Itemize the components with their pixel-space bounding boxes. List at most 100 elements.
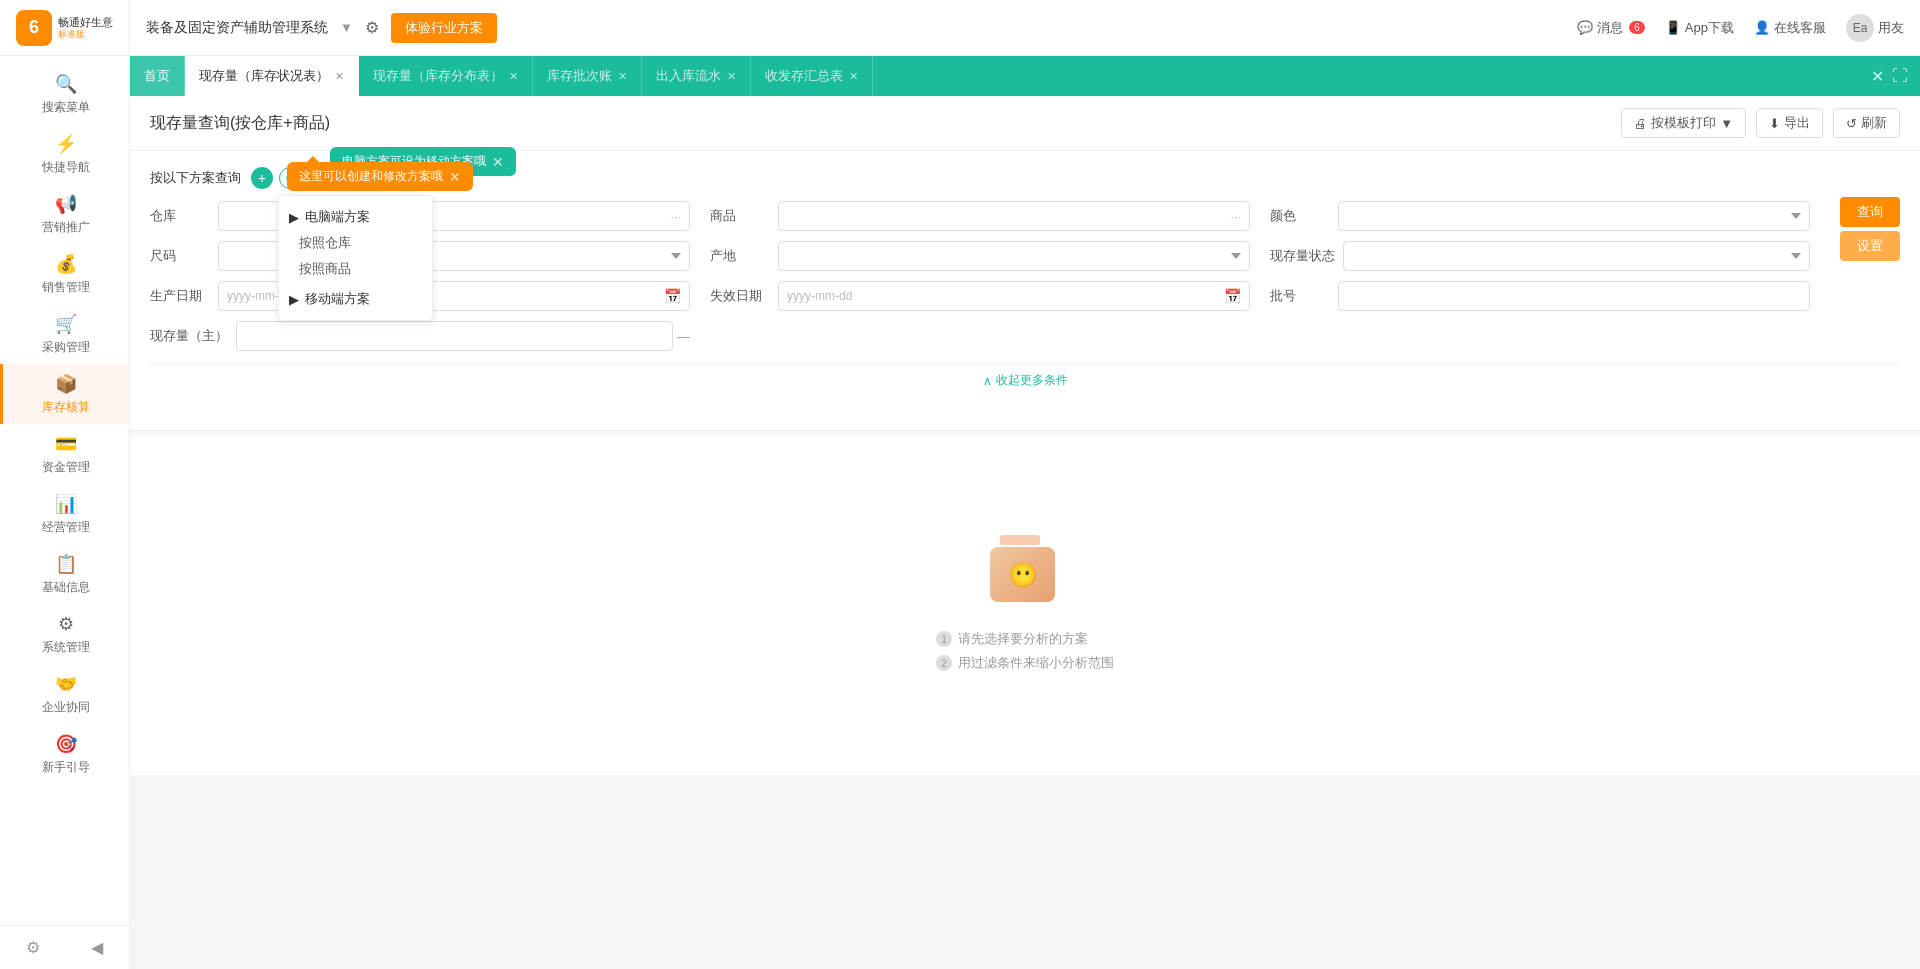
sidebar-item-enterprise[interactable]: 🤝 企业协同 bbox=[0, 664, 129, 724]
origin-label: 产地 bbox=[710, 247, 770, 265]
search-btn-group: 查询 设置 bbox=[1840, 197, 1900, 261]
sidebar-item-search[interactable]: 🔍 搜索菜单 bbox=[0, 64, 129, 124]
logo-text: 畅通好生意 标准版 bbox=[58, 15, 113, 41]
scheme-item-warehouse[interactable]: 按照仓库 bbox=[279, 230, 432, 256]
stock-status-select[interactable] bbox=[1343, 241, 1810, 271]
sidebar-item-shortcut[interactable]: ⚡ 快捷导航 bbox=[0, 124, 129, 184]
guide-icon: 🎯 bbox=[55, 733, 77, 755]
sidebar-item-system[interactable]: ⚙ 系统管理 bbox=[0, 604, 129, 664]
basic-icon: 📋 bbox=[55, 553, 77, 575]
tooltip-pc-close-btn[interactable]: ✕ bbox=[492, 154, 504, 170]
exp-date-calendar-icon[interactable]: 📅 bbox=[1224, 288, 1241, 304]
batch-label: 批号 bbox=[1270, 287, 1330, 305]
tab-home-label: 首页 bbox=[144, 67, 170, 85]
color-select[interactable] bbox=[1338, 201, 1810, 231]
tab-inventory-dist-close[interactable]: ✕ bbox=[509, 70, 518, 83]
export-btn[interactable]: ⬇ 导出 bbox=[1756, 108, 1823, 138]
topbar-right: 💬 消息 6 📱 App下载 👤 在线客服 Ea 用友 bbox=[1577, 14, 1904, 42]
scheme-item-goods[interactable]: 按照商品 bbox=[279, 256, 432, 282]
tabbar: 首页 现存量（库存状况表） ✕ 现存量（库存分布表） ✕ 库存批次账 ✕ 出入库… bbox=[130, 56, 1920, 96]
topbar-gear-btn[interactable]: ⚙ bbox=[365, 18, 379, 37]
print-icon: 🖨 bbox=[1634, 116, 1647, 131]
prod-date-label: 生产日期 bbox=[150, 287, 210, 305]
scheme-mobile-category[interactable]: ▶ 移动端方案 bbox=[279, 286, 432, 312]
system-icon: ⚙ bbox=[58, 613, 74, 635]
tab-inout-flow[interactable]: 出入库流水 ✕ bbox=[642, 56, 751, 96]
sidebar-item-basic[interactable]: 📋 基础信息 bbox=[0, 544, 129, 604]
tab-batch-account-close[interactable]: ✕ bbox=[618, 70, 627, 83]
scheme-pc-category[interactable]: ▶ 电脑端方案 bbox=[279, 204, 432, 230]
app-icon: 📱 bbox=[1665, 20, 1681, 35]
goods-label: 商品 bbox=[710, 207, 770, 225]
empty-tips: 1 请先选择要分析的方案 2 用过滤条件来缩小分析范围 bbox=[936, 627, 1114, 675]
sidebar-item-purchase[interactable]: 🛒 采购管理 bbox=[0, 304, 129, 364]
topbar: 装备及固定资产辅助管理系统 ▼ ⚙ 体验行业方案 💬 消息 6 📱 App下载 … bbox=[130, 0, 1920, 56]
scheme-mobile-arrow: ▶ bbox=[289, 292, 299, 307]
online-support-btn[interactable]: 👤 在线客服 bbox=[1754, 19, 1826, 37]
tab-inventory-status[interactable]: 现存量（库存状况表） ✕ bbox=[185, 56, 359, 96]
sidebar: 6 畅通好生意 标准版 🔍 搜索菜单 ⚡ 快捷导航 📢 营销推广 💰 销售管理 … bbox=[0, 0, 130, 969]
warehouse-label: 仓库 bbox=[150, 207, 210, 225]
filter-row-stock-qty: 现存量（主） — bbox=[150, 321, 690, 351]
tab-inout-flow-close[interactable]: ✕ bbox=[727, 70, 736, 83]
goods-dots: ··· bbox=[1230, 209, 1241, 224]
tab-home[interactable]: 首页 bbox=[130, 56, 185, 96]
main-content: 现存量查询(按仓库+商品) 🖨 按模板打印 ▼ ⬇ 导出 ↺ 刷新 按以下方案查… bbox=[130, 96, 1920, 969]
query-btn[interactable]: 查询 bbox=[1840, 197, 1900, 227]
exp-date-label: 失效日期 bbox=[710, 287, 770, 305]
purchase-icon: 🛒 bbox=[55, 313, 77, 335]
reset-btn[interactable]: 设置 bbox=[1840, 231, 1900, 261]
goods-input[interactable]: ··· bbox=[778, 201, 1250, 231]
empty-state: 😶 1 请先选择要分析的方案 2 用过滤条件来缩小分析范围 bbox=[130, 435, 1920, 775]
tabbar-actions: ✕ ⛶ bbox=[1871, 67, 1920, 86]
app-download-btn[interactable]: 📱 App下载 bbox=[1665, 19, 1734, 37]
topbar-left: 装备及固定资产辅助管理系统 ▼ ⚙ 体验行业方案 bbox=[146, 13, 497, 43]
sidebar-item-operation[interactable]: 📊 经营管理 bbox=[0, 484, 129, 544]
collapse-bar[interactable]: ∧ 收起更多条件 bbox=[150, 363, 1900, 397]
user-area[interactable]: Ea 用友 bbox=[1846, 14, 1904, 42]
filter-row-batch: 批号 bbox=[1270, 281, 1810, 311]
warehouse-dots: ··· bbox=[670, 209, 681, 224]
sidebar-item-sales[interactable]: 💰 销售管理 bbox=[0, 244, 129, 304]
tab-inventory-status-label: 现存量（库存状况表） bbox=[199, 67, 329, 85]
sidebar-item-guide[interactable]: 🎯 新手引导 bbox=[0, 724, 129, 784]
collapse-icon: ∧ bbox=[983, 374, 992, 388]
refresh-btn[interactable]: ↺ 刷新 bbox=[1833, 108, 1900, 138]
sales-icon: 💰 bbox=[55, 253, 77, 275]
tab-inventory-dist[interactable]: 现存量（库存分布表） ✕ bbox=[359, 56, 533, 96]
sidebar-item-inventory[interactable]: 📦 库存核算 bbox=[0, 364, 129, 424]
batch-input[interactable] bbox=[1338, 281, 1810, 311]
exp-date-input[interactable]: yyyy-mm-dd 📅 bbox=[778, 281, 1250, 311]
settings-bottom-btn[interactable]: ⚙ bbox=[26, 938, 40, 957]
message-btn[interactable]: 💬 消息 6 bbox=[1577, 19, 1645, 37]
search-icon: 🔍 bbox=[55, 73, 77, 95]
filter-label: 按以下方案查询 bbox=[150, 169, 241, 187]
tab-inventory-status-close[interactable]: ✕ bbox=[335, 70, 344, 83]
tabbar-close-all[interactable]: ✕ bbox=[1871, 67, 1884, 86]
origin-select[interactable] bbox=[778, 241, 1250, 271]
tooltip-scheme-close-btn[interactable]: ✕ bbox=[449, 169, 461, 185]
filter-add-btn[interactable]: + bbox=[251, 167, 273, 189]
print-btn[interactable]: 🖨 按模板打印 ▼ bbox=[1621, 108, 1746, 138]
prod-date-calendar-icon[interactable]: 📅 bbox=[664, 288, 681, 304]
sidebar-nav: 🔍 搜索菜单 ⚡ 快捷导航 📢 营销推广 💰 销售管理 🛒 采购管理 📦 库存核… bbox=[0, 56, 129, 925]
filter-row-empty3 bbox=[1270, 321, 1810, 351]
empty-illustration: 😶 bbox=[980, 535, 1070, 615]
system-select-arrow[interactable]: ▼ bbox=[340, 20, 353, 35]
experience-btn[interactable]: 体验行业方案 bbox=[391, 13, 497, 43]
tabbar-fullscreen[interactable]: ⛶ bbox=[1892, 67, 1908, 86]
page-actions: 🖨 按模板打印 ▼ ⬇ 导出 ↺ 刷新 bbox=[1621, 108, 1900, 138]
tab-inventory-dist-label: 现存量（库存分布表） bbox=[373, 67, 503, 85]
tab-recv-summary[interactable]: 收发存汇总表 ✕ bbox=[751, 56, 873, 96]
stock-qty-min[interactable] bbox=[236, 321, 673, 351]
tab-recv-summary-close[interactable]: ✕ bbox=[849, 70, 858, 83]
filter-row-exp-date: 失效日期 yyyy-mm-dd 📅 bbox=[710, 281, 1250, 311]
collapse-sidebar-btn[interactable]: ◀ bbox=[91, 938, 103, 957]
shortcut-icon: ⚡ bbox=[55, 133, 77, 155]
enterprise-icon: 🤝 bbox=[55, 673, 77, 695]
operation-icon: 📊 bbox=[55, 493, 77, 515]
empty-tip-2: 2 用过滤条件来缩小分析范围 bbox=[936, 651, 1114, 675]
tab-batch-account[interactable]: 库存批次账 ✕ bbox=[533, 56, 642, 96]
sidebar-item-finance[interactable]: 💳 资金管理 bbox=[0, 424, 129, 484]
sidebar-item-marketing[interactable]: 📢 营销推广 bbox=[0, 184, 129, 244]
